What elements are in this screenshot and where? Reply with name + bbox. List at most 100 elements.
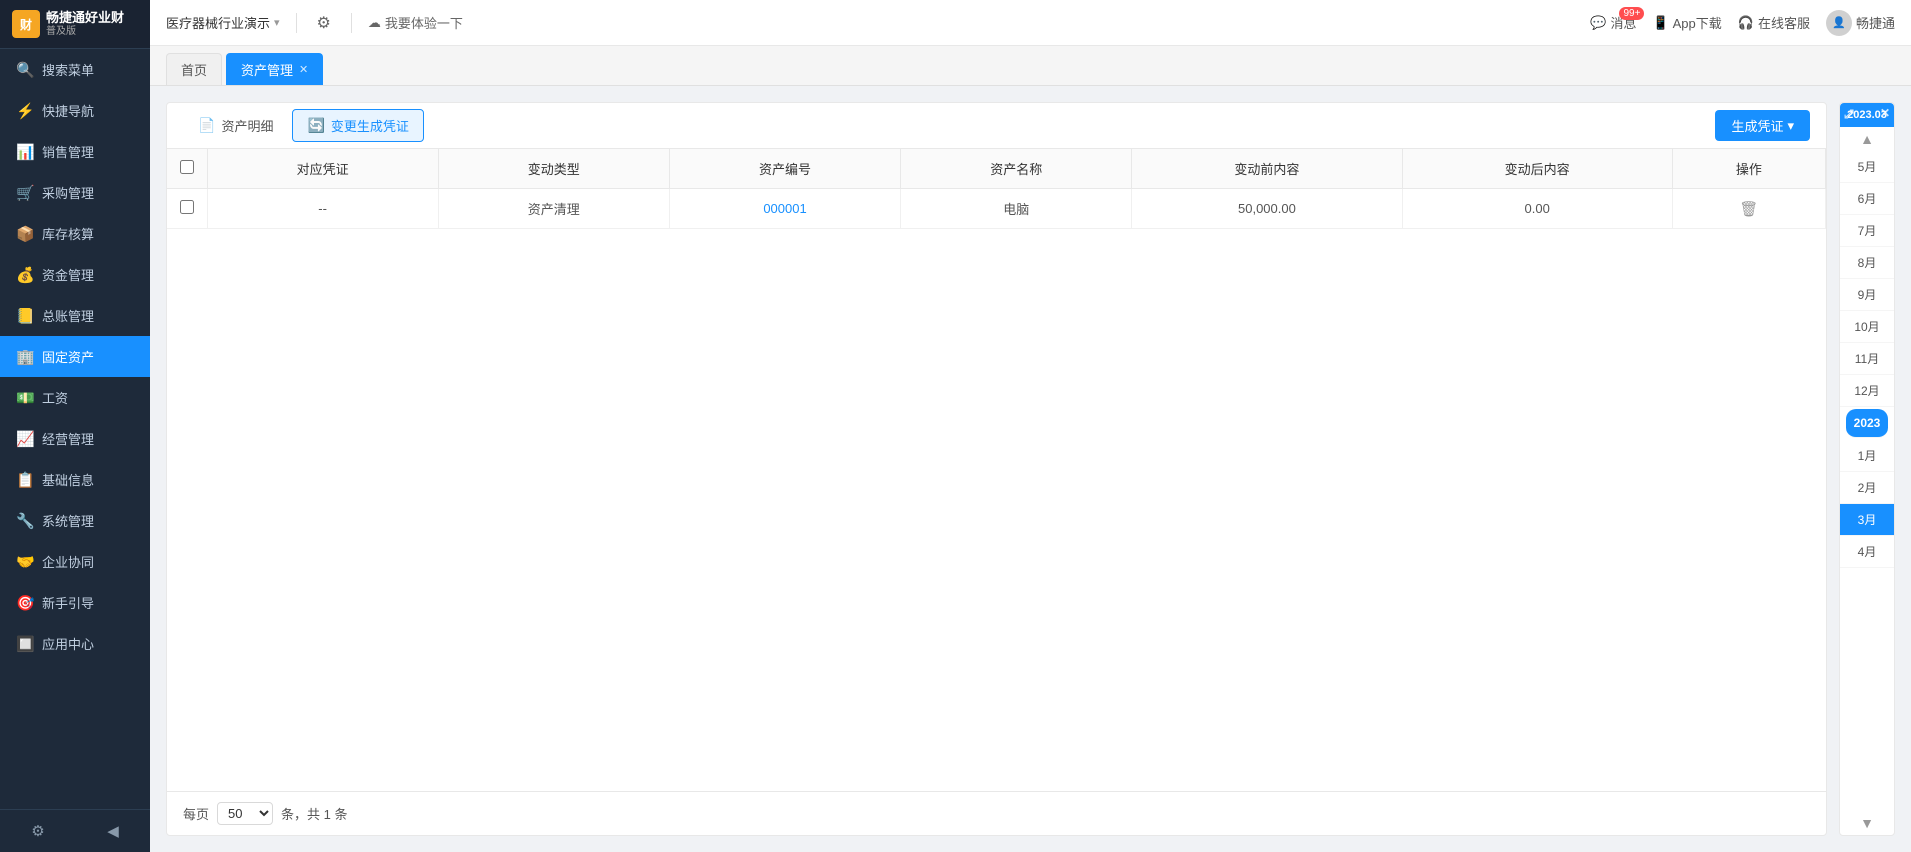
- search-icon: 🔍: [16, 61, 34, 79]
- sidebar-item-quick-nav[interactable]: ⚡ 快捷导航: [0, 90, 150, 131]
- scroll-down-btn[interactable]: ▼: [1840, 811, 1894, 835]
- table-row: -- 资产清理 000001 电脑 50,000.00 0.00 🗑: [167, 189, 1826, 229]
- sidebar-item-guide[interactable]: 🎯新手引导: [0, 582, 150, 623]
- sidebar-bottom: ⚙ ◀: [0, 809, 150, 852]
- page-content: 📄 资产明细 🔄 变更生成凭证 生成凭证 ▾: [150, 86, 1911, 852]
- experience-btn[interactable]: ☁ 我要体验一下: [368, 13, 463, 32]
- row-voucher: --: [207, 189, 438, 229]
- online-service-btn[interactable]: 🎧 在线客服: [1738, 13, 1810, 32]
- sidebar-item-search[interactable]: 🔍搜索菜单: [0, 49, 150, 90]
- tab-close-icon[interactable]: ✕: [299, 63, 308, 76]
- sidebar-item-label-quick-nav: 快捷导航: [42, 101, 94, 120]
- row-checkbox[interactable]: [180, 200, 194, 214]
- row-after-change: 0.00: [1402, 189, 1672, 229]
- per-page-label: 每页: [183, 804, 209, 823]
- sidebar-item-label-operations: 经营管理: [42, 429, 94, 448]
- tab-nav: 首页 资产管理 ✕: [150, 46, 1911, 86]
- sidebar-item-purchase[interactable]: 🛒采购管理: [0, 172, 150, 213]
- settings-gear-icon[interactable]: ⚙: [313, 9, 335, 37]
- sidebar-item-ledger[interactable]: 📒总账管理: [0, 295, 150, 336]
- generate-voucher-label: 生成凭证: [1731, 116, 1783, 135]
- settings-icon[interactable]: ⚙: [27, 818, 48, 844]
- system-icon: 🔧: [16, 512, 34, 530]
- month-item[interactable]: 11月: [1840, 343, 1894, 375]
- row-asset-name: 电脑: [901, 189, 1132, 229]
- sidebar-item-label-enterprise: 企业协同: [42, 552, 94, 571]
- enterprise-icon: 🤝: [16, 553, 34, 571]
- sidebar-item-salary[interactable]: 💵 工资: [0, 377, 150, 418]
- fixed-assets-icon: 🏢: [16, 348, 34, 366]
- month-item[interactable]: 7月: [1840, 215, 1894, 247]
- company-selector[interactable]: 医疗器械行业演示 ▾: [166, 13, 280, 32]
- experience-label: 我要体验一下: [385, 13, 463, 32]
- sidebar: 财 畅捷通好业财 普及版 🔍搜索菜单⚡快捷导航📊销售管理🛒采购管理📦库存核算💰资…: [0, 0, 150, 852]
- main-card: 📄 资产明细 🔄 变更生成凭证 生成凭证 ▾: [166, 102, 1827, 836]
- app-download-label: App下载: [1673, 13, 1722, 32]
- sub-tab-change-voucher[interactable]: 🔄 变更生成凭证: [292, 109, 423, 142]
- month-item[interactable]: 6月: [1840, 183, 1894, 215]
- month-item[interactable]: 10月: [1840, 311, 1894, 343]
- select-all-checkbox[interactable]: [180, 160, 194, 174]
- month-item[interactable]: 5月: [1840, 151, 1894, 183]
- sidebar-item-label-salary: 工资: [42, 388, 68, 407]
- month-item[interactable]: 4月: [1840, 536, 1894, 568]
- month-item[interactable]: 1月: [1840, 440, 1894, 472]
- month-list: 5月6月7月8月9月10月11月12月20231月2月3月4月: [1840, 151, 1894, 811]
- table-footer: 每页 50 10 20 100 条，共 1 条: [167, 791, 1826, 835]
- tab-home[interactable]: 首页: [166, 53, 222, 85]
- sidebar-item-fixed-assets[interactable]: 🏢固定资产: [0, 336, 150, 377]
- topbar-divider-2: [351, 13, 352, 33]
- sidebar-item-inventory[interactable]: 📦库存核算: [0, 213, 150, 254]
- salary-icon: 💵: [16, 389, 34, 407]
- purchase-icon: 🛒: [16, 184, 34, 202]
- tab-asset-management[interactable]: 资产管理 ✕: [226, 53, 323, 85]
- tab-home-label: 首页: [181, 60, 207, 79]
- sidebar-item-label-basic-info: 基础信息: [42, 470, 94, 489]
- row-before-change: 50,000.00: [1132, 189, 1402, 229]
- month-item[interactable]: 3月: [1840, 504, 1894, 536]
- sidebar-item-system[interactable]: 🔧系统管理: [0, 500, 150, 541]
- sidebar-item-enterprise[interactable]: 🤝 企业协同: [0, 541, 150, 582]
- close-panel-icon[interactable]: ✕: [1880, 107, 1890, 119]
- col-after-change: 变动后内容: [1402, 149, 1672, 189]
- row-asset-no: 000001: [669, 189, 900, 229]
- delete-icon[interactable]: 🗑: [1739, 201, 1758, 218]
- year-label-2023: 2023: [1846, 409, 1888, 438]
- message-icon: 💬: [1590, 15, 1606, 31]
- month-item[interactable]: 9月: [1840, 279, 1894, 311]
- sidebar-item-label-app-center: 应用中心: [42, 634, 94, 653]
- month-item[interactable]: 2月: [1840, 472, 1894, 504]
- avatar: 👤: [1826, 10, 1852, 36]
- user-profile-btn[interactable]: 👤 畅捷通: [1826, 10, 1895, 36]
- per-page-select[interactable]: 50 10 20 100: [217, 802, 273, 825]
- col-before-change: 变动前内容: [1132, 149, 1402, 189]
- generate-voucher-button[interactable]: 生成凭证 ▾: [1715, 110, 1810, 141]
- row-operation: 🗑: [1672, 189, 1825, 229]
- expand-icon[interactable]: ⤢: [1844, 107, 1854, 122]
- change-voucher-icon: 🔄: [307, 117, 324, 134]
- month-item[interactable]: 8月: [1840, 247, 1894, 279]
- messages-btn[interactable]: 💬 消息 99+: [1590, 13, 1636, 32]
- app-center-icon: 🔲: [16, 635, 34, 653]
- sidebar-item-operations[interactable]: 📈 经营管理: [0, 418, 150, 459]
- col-change-type: 变动类型: [438, 149, 669, 189]
- col-checkbox: [167, 149, 207, 189]
- sidebar-item-app-center[interactable]: 🔲 应用中心: [0, 623, 150, 664]
- quick-nav-icon: ⚡: [16, 102, 34, 120]
- main-content: 医疗器械行业演示 ▾ ⚙ ☁ 我要体验一下 💬 消息 99+ 📱 App下载 🎧…: [150, 0, 1911, 852]
- scroll-up-btn[interactable]: ▲: [1840, 127, 1894, 151]
- month-item[interactable]: 12月: [1840, 375, 1894, 407]
- operations-icon: 📈: [16, 430, 34, 448]
- sidebar-item-label-funds: 资金管理: [42, 265, 94, 284]
- collapse-icon[interactable]: ◀: [103, 818, 123, 844]
- app-download-btn[interactable]: 📱 App下载: [1652, 13, 1721, 32]
- topbar-right: 💬 消息 99+ 📱 App下载 🎧 在线客服 👤 畅捷通: [1590, 10, 1895, 36]
- sidebar-item-funds[interactable]: 💰资金管理: [0, 254, 150, 295]
- username-label: 畅捷通: [1856, 13, 1895, 32]
- date-panel: ⤢ 2023.03 ✕ ▲ 5月6月7月8月9月10月11月12月20231月2…: [1839, 102, 1895, 836]
- tab-asset-management-label: 资产管理: [241, 60, 293, 79]
- company-name: 医疗器械行业演示: [166, 13, 270, 32]
- sub-tab-asset-detail[interactable]: 📄 资产明细: [183, 109, 288, 142]
- sidebar-item-basic-info[interactable]: 📋基础信息: [0, 459, 150, 500]
- sidebar-item-sales[interactable]: 📊销售管理: [0, 131, 150, 172]
